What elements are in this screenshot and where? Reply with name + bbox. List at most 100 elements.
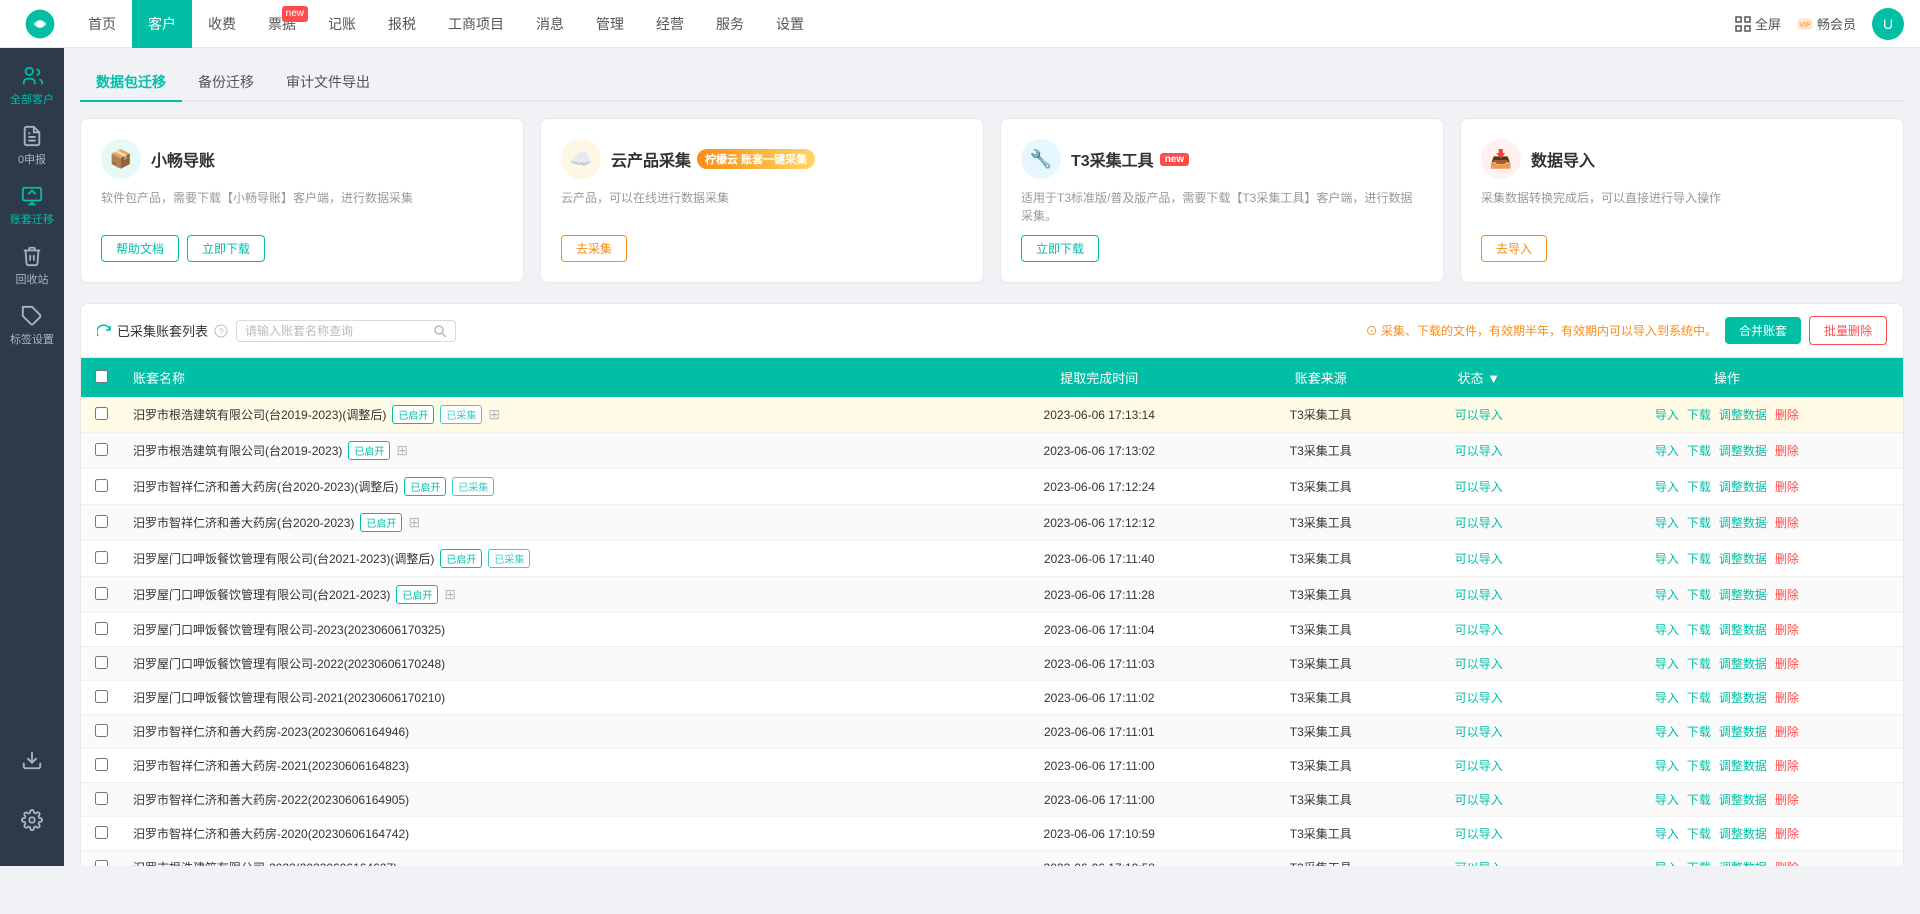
- action-link-导入[interactable]: 导入: [1655, 516, 1679, 530]
- action-link-调整数据[interactable]: 调整数据: [1719, 408, 1767, 422]
- row-checkbox[interactable]: [95, 724, 108, 737]
- action-link-调整数据[interactable]: 调整数据: [1719, 480, 1767, 494]
- action-link-下载[interactable]: 下载: [1687, 657, 1711, 671]
- fullscreen-button[interactable]: 全屏: [1735, 14, 1781, 33]
- nav-settings[interactable]: 设置: [760, 0, 820, 48]
- action-link-删除[interactable]: 删除: [1775, 552, 1799, 566]
- vip-button[interactable]: VIP 畅会员: [1797, 14, 1856, 33]
- t3-download-button[interactable]: 立即下载: [1021, 235, 1099, 262]
- action-link-下载[interactable]: 下载: [1687, 516, 1711, 530]
- nav-message[interactable]: 消息: [520, 0, 580, 48]
- action-link-调整数据[interactable]: 调整数据: [1719, 861, 1767, 866]
- action-link-删除[interactable]: 删除: [1775, 657, 1799, 671]
- action-link-导入[interactable]: 导入: [1655, 623, 1679, 637]
- action-link-下载[interactable]: 下载: [1687, 861, 1711, 866]
- action-link-删除[interactable]: 删除: [1775, 861, 1799, 866]
- action-link-下载[interactable]: 下载: [1687, 759, 1711, 773]
- select-all-checkbox[interactable]: [95, 370, 108, 383]
- action-link-下载[interactable]: 下载: [1687, 623, 1711, 637]
- batch-delete-button[interactable]: 批量删除: [1809, 316, 1887, 345]
- row-checkbox[interactable]: [95, 622, 108, 635]
- action-link-删除[interactable]: 删除: [1775, 827, 1799, 841]
- action-link-导入[interactable]: 导入: [1655, 793, 1679, 807]
- nav-customer[interactable]: 客户: [132, 0, 192, 48]
- sidebar-item-setting[interactable]: [0, 790, 64, 850]
- sidebar-item-download[interactable]: [0, 730, 64, 790]
- action-link-调整数据[interactable]: 调整数据: [1719, 444, 1767, 458]
- row-checkbox[interactable]: [95, 860, 108, 867]
- nav-invoice[interactable]: 票据new: [252, 0, 312, 48]
- action-link-删除[interactable]: 删除: [1775, 725, 1799, 739]
- search-icon[interactable]: [433, 324, 447, 338]
- tab-audit-export[interactable]: 审计文件导出: [270, 64, 386, 102]
- action-link-下载[interactable]: 下载: [1687, 691, 1711, 705]
- tab-backup-migrate[interactable]: 备份迁移: [182, 64, 270, 102]
- action-link-调整数据[interactable]: 调整数据: [1719, 759, 1767, 773]
- action-link-调整数据[interactable]: 调整数据: [1719, 623, 1767, 637]
- action-link-下载[interactable]: 下载: [1687, 480, 1711, 494]
- sidebar-item-recycle[interactable]: 回收站: [0, 236, 64, 296]
- action-link-调整数据[interactable]: 调整数据: [1719, 552, 1767, 566]
- row-checkbox[interactable]: [95, 690, 108, 703]
- action-link-删除[interactable]: 删除: [1775, 480, 1799, 494]
- row-checkbox[interactable]: [95, 443, 108, 456]
- nav-tax[interactable]: 报税: [372, 0, 432, 48]
- action-link-调整数据[interactable]: 调整数据: [1719, 516, 1767, 530]
- xiaochang-download-button[interactable]: 立即下载: [187, 235, 265, 262]
- merge-account-button[interactable]: 合并账套: [1725, 317, 1801, 344]
- action-link-删除[interactable]: 删除: [1775, 691, 1799, 705]
- nav-home[interactable]: 首页: [72, 0, 132, 48]
- tab-data-migrate[interactable]: 数据包迁移: [80, 64, 182, 102]
- action-link-删除[interactable]: 删除: [1775, 588, 1799, 602]
- action-link-删除[interactable]: 删除: [1775, 408, 1799, 422]
- row-checkbox[interactable]: [95, 551, 108, 564]
- import-go-button[interactable]: 去导入: [1481, 235, 1547, 262]
- logo[interactable]: [16, 8, 64, 40]
- action-link-导入[interactable]: 导入: [1655, 552, 1679, 566]
- action-link-下载[interactable]: 下载: [1687, 408, 1711, 422]
- action-link-下载[interactable]: 下载: [1687, 827, 1711, 841]
- nav-service[interactable]: 服务: [700, 0, 760, 48]
- refresh-icon[interactable]: [97, 324, 111, 338]
- action-link-下载[interactable]: 下载: [1687, 793, 1711, 807]
- nav-bookkeeping[interactable]: 记账: [312, 0, 372, 48]
- row-checkbox[interactable]: [95, 758, 108, 771]
- action-link-删除[interactable]: 删除: [1775, 516, 1799, 530]
- nav-billing[interactable]: 收费: [192, 0, 252, 48]
- cloud-collect-button[interactable]: 去采集: [561, 235, 627, 262]
- action-link-调整数据[interactable]: 调整数据: [1719, 691, 1767, 705]
- action-link-删除[interactable]: 删除: [1775, 623, 1799, 637]
- row-checkbox[interactable]: [95, 515, 108, 528]
- action-link-导入[interactable]: 导入: [1655, 444, 1679, 458]
- sidebar-item-account-migrate[interactable]: 账套迁移: [0, 176, 64, 236]
- row-checkbox[interactable]: [95, 656, 108, 669]
- action-link-下载[interactable]: 下载: [1687, 552, 1711, 566]
- action-link-调整数据[interactable]: 调整数据: [1719, 827, 1767, 841]
- action-link-导入[interactable]: 导入: [1655, 827, 1679, 841]
- user-avatar[interactable]: U: [1872, 8, 1904, 40]
- action-link-删除[interactable]: 删除: [1775, 444, 1799, 458]
- action-link-调整数据[interactable]: 调整数据: [1719, 657, 1767, 671]
- action-link-导入[interactable]: 导入: [1655, 725, 1679, 739]
- action-link-调整数据[interactable]: 调整数据: [1719, 725, 1767, 739]
- action-link-删除[interactable]: 删除: [1775, 759, 1799, 773]
- nav-manage[interactable]: 管理: [580, 0, 640, 48]
- search-input[interactable]: [245, 324, 427, 338]
- sidebar-item-all-customers[interactable]: 全部客户: [0, 56, 64, 116]
- nav-business[interactable]: 工商项目: [432, 0, 520, 48]
- action-link-下载[interactable]: 下载: [1687, 725, 1711, 739]
- action-link-导入[interactable]: 导入: [1655, 408, 1679, 422]
- action-link-导入[interactable]: 导入: [1655, 480, 1679, 494]
- action-link-调整数据[interactable]: 调整数据: [1719, 793, 1767, 807]
- action-link-下载[interactable]: 下载: [1687, 588, 1711, 602]
- action-link-导入[interactable]: 导入: [1655, 861, 1679, 866]
- nav-operate[interactable]: 经营: [640, 0, 700, 48]
- action-link-删除[interactable]: 删除: [1775, 793, 1799, 807]
- xiaochang-help-button[interactable]: 帮助文档: [101, 235, 179, 262]
- row-checkbox[interactable]: [95, 479, 108, 492]
- row-checkbox[interactable]: [95, 792, 108, 805]
- row-checkbox[interactable]: [95, 407, 108, 420]
- sidebar-item-tags[interactable]: 标签设置: [0, 296, 64, 356]
- sidebar-item-zero-report[interactable]: 0申报: [0, 116, 64, 176]
- action-link-调整数据[interactable]: 调整数据: [1719, 588, 1767, 602]
